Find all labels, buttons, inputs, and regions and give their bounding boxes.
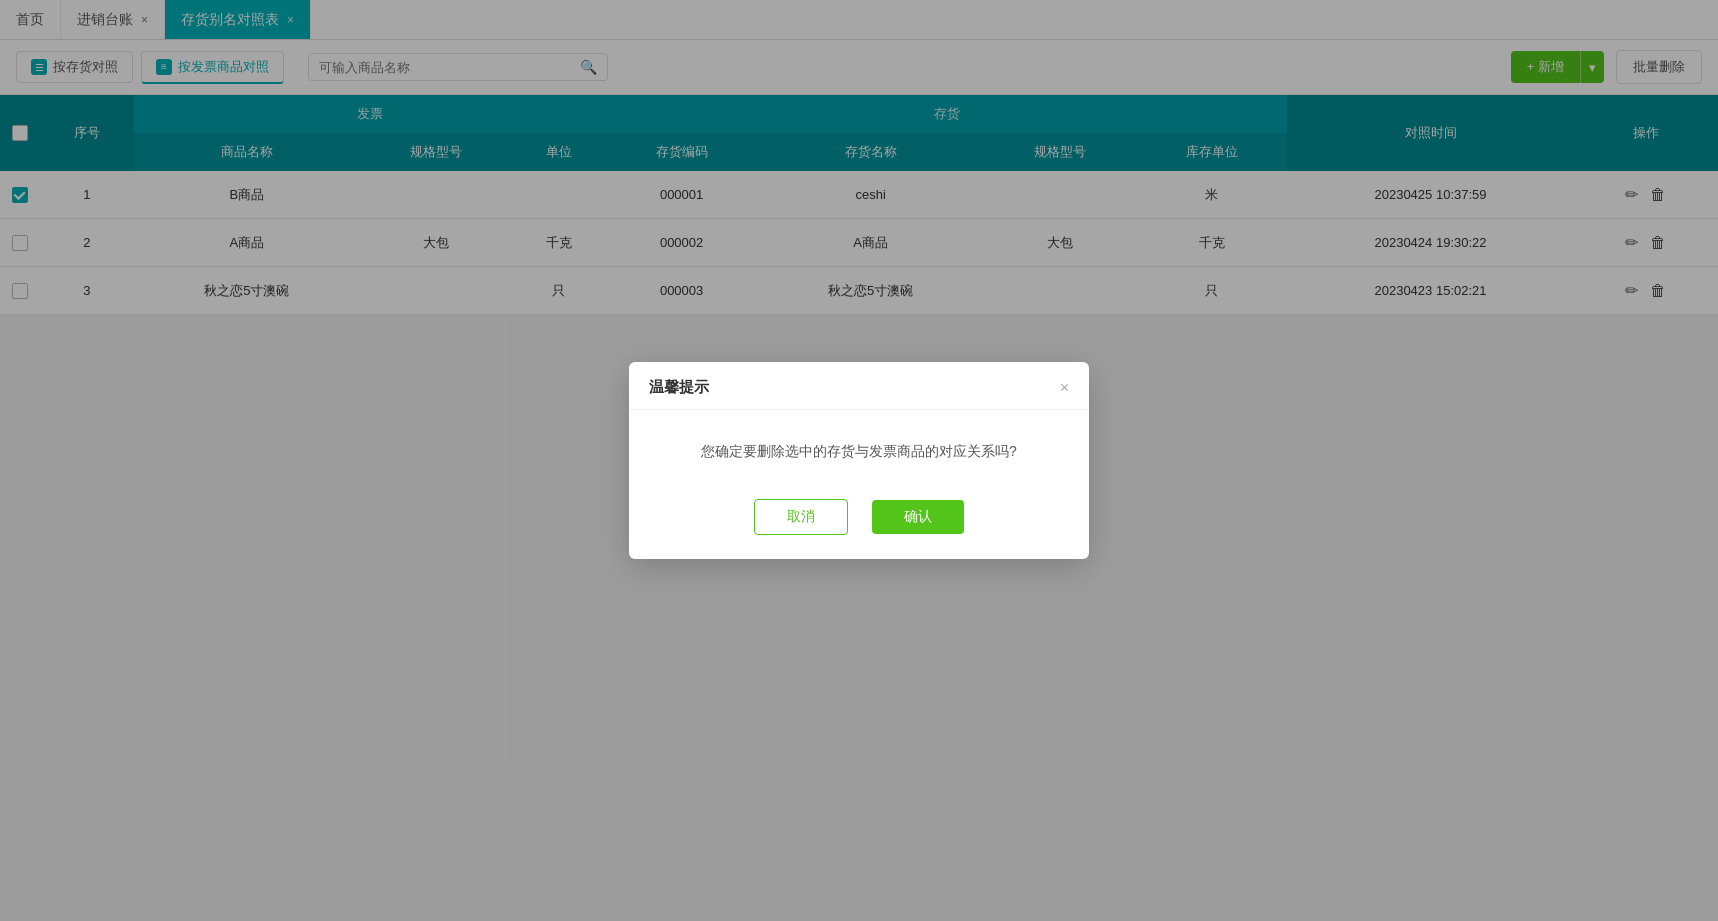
dialog-overlay: 温馨提示 × 您确定要删除选中的存货与发票商品的对应关系吗? 取消 确认 (0, 0, 1718, 315)
